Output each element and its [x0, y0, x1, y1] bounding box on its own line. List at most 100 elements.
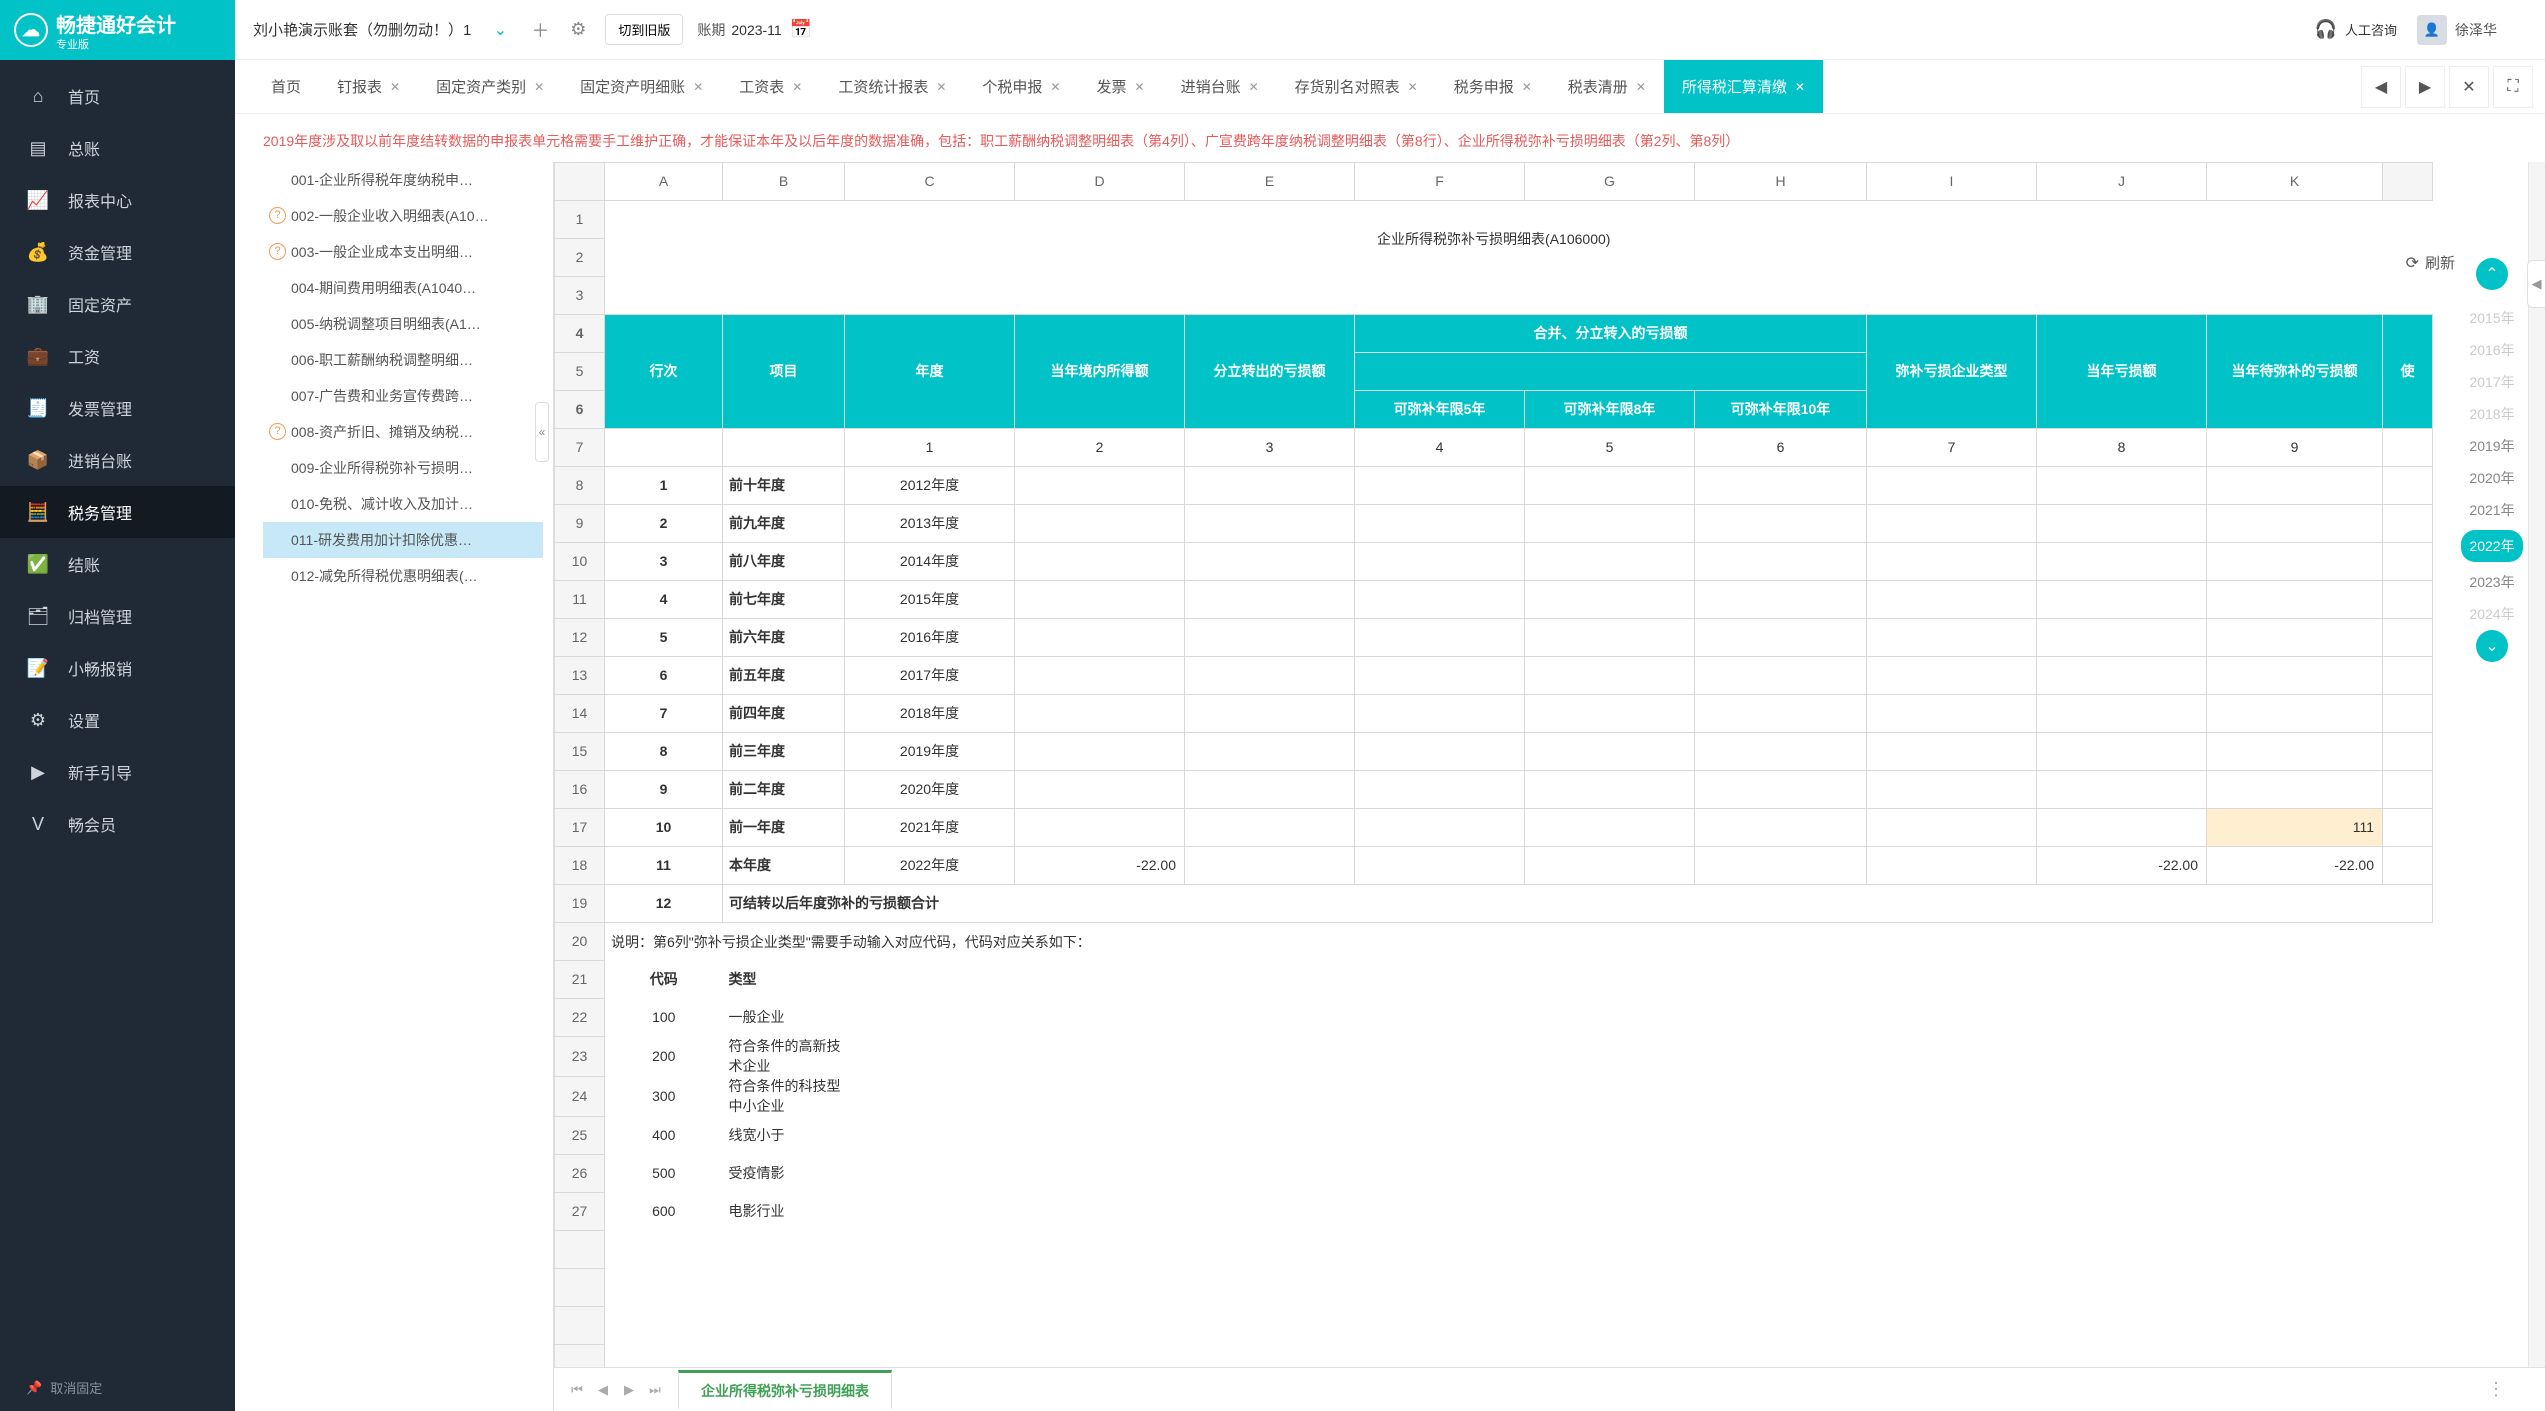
tree-item-012[interactable]: 012-减免所得税优惠明细表(… — [263, 558, 543, 594]
scrollbar-vertical[interactable] — [2528, 162, 2545, 1367]
col-header[interactable]: I — [1867, 162, 2037, 200]
col-header[interactable]: G — [1525, 162, 1695, 200]
add-icon[interactable]: ＋ — [525, 15, 555, 45]
sheet-last[interactable]: ⏭ — [642, 1377, 668, 1403]
tree-item-010[interactable]: 010-免税、减计收入及加计… — [263, 486, 543, 522]
tab-next[interactable]: ▶ — [2405, 66, 2445, 108]
col-header[interactable]: D — [1015, 162, 1185, 200]
year-2023年[interactable]: 2023年 — [2455, 566, 2529, 598]
table-row[interactable]: 169前二年度2020年度 — [555, 770, 2433, 808]
gear-icon[interactable]: ⚙ — [563, 15, 593, 45]
tree-item-004[interactable]: 004-期间费用明细表(A1040… — [263, 270, 543, 306]
sidebar-item-report[interactable]: 📝小畅报销 — [0, 642, 235, 694]
col-header[interactable]: C — [845, 162, 1015, 200]
close-icon[interactable]: ✕ — [390, 80, 400, 94]
collapse-handle[interactable]: « — [535, 402, 549, 462]
tab-个税申报[interactable]: 个税申报✕ — [964, 60, 1078, 113]
fullscreen-icon[interactable]: ⛶ — [2493, 66, 2533, 108]
tree-item-003[interactable]: 003-一般企业成本支出明细… — [263, 234, 543, 270]
sidebar-item-invoice[interactable]: 🧾发票管理 — [0, 382, 235, 434]
year-down-icon[interactable]: ⌄ — [2476, 630, 2508, 662]
sidebar-item-close[interactable]: ✅结账 — [0, 538, 235, 590]
sidebar-item-vip[interactable]: V畅会员 — [0, 798, 235, 850]
sidebar-item-gear[interactable]: ⚙设置 — [0, 694, 235, 746]
tree-item-011[interactable]: 011-研发费用加计扣除优惠… — [263, 522, 543, 558]
table-row[interactable]: 147前四年度2018年度 — [555, 694, 2433, 732]
table-row[interactable]: 103前八年度2014年度 — [555, 542, 2433, 580]
table-row[interactable]: 81前十年度2012年度 — [555, 466, 2433, 504]
headset-icon[interactable]: 🎧 — [2311, 15, 2341, 45]
close-icon[interactable]: ✕ — [936, 80, 946, 94]
col-header[interactable]: B — [723, 162, 845, 200]
close-icon[interactable]: ✕ — [1050, 80, 1060, 94]
company-dropdown[interactable]: ⌄ — [485, 15, 515, 45]
close-icon[interactable]: ✕ — [1135, 80, 1145, 94]
switch-old-btn[interactable]: 切到旧版 — [605, 14, 683, 45]
close-icon[interactable]: ✕ — [1636, 80, 1646, 94]
tab-prev[interactable]: ◀ — [2361, 66, 2401, 108]
tab-进销台账[interactable]: 进销台账✕ — [1163, 60, 1277, 113]
sidebar-item-stock[interactable]: 📦进销台账 — [0, 434, 235, 486]
period-value[interactable]: 2023-11 — [731, 22, 781, 38]
sheet-tab[interactable]: 企业所得税弥补亏损明细表 — [678, 1370, 892, 1409]
tab-首页[interactable]: 首页 — [253, 60, 319, 113]
tree-item-005[interactable]: 005-纳税调整项目明细表(A1… — [263, 306, 543, 342]
tree-item-008[interactable]: 008-资产折旧、摊销及纳税… — [263, 414, 543, 450]
col-header[interactable]: K — [2207, 162, 2383, 200]
tree-item-009[interactable]: 009-企业所得税弥补亏损明… — [263, 450, 543, 486]
tab-工资表[interactable]: 工资表✕ — [721, 60, 820, 113]
close-icon[interactable]: ✕ — [1408, 80, 1418, 94]
sheet-more-icon[interactable]: ⋮ — [2487, 1379, 2535, 1400]
consult-label[interactable]: 人工咨询 — [2345, 20, 2397, 39]
close-icon[interactable]: ✕ — [534, 80, 544, 94]
sidebar-item-asset[interactable]: 🏢固定资产 — [0, 278, 235, 330]
tree-item-002[interactable]: 002-一般企业收入明细表(A10… — [263, 198, 543, 234]
close-icon[interactable]: ✕ — [1249, 80, 1259, 94]
close-icon[interactable]: ✕ — [1522, 80, 1532, 94]
sheet-prev[interactable]: ◀ — [590, 1377, 616, 1403]
close-icon[interactable]: ✕ — [693, 80, 703, 94]
tab-close-all[interactable]: ✕ — [2449, 66, 2489, 108]
year-2020年[interactable]: 2020年 — [2455, 462, 2529, 494]
close-icon[interactable]: ✕ — [792, 80, 802, 94]
tree-item-007[interactable]: 007-广告费和业务宣传费跨… — [263, 378, 543, 414]
close-icon[interactable]: ✕ — [1795, 80, 1805, 94]
sidebar-item-tax[interactable]: 🧮税务管理 — [0, 486, 235, 538]
tab-所得税汇算清缴[interactable]: 所得税汇算清缴✕ — [1664, 60, 1823, 113]
tab-工资统计报表[interactable]: 工资统计报表✕ — [820, 60, 964, 113]
sidebar-item-archive[interactable]: 🗂归档管理 — [0, 590, 235, 642]
sidebar-item-home[interactable]: ⌂首页 — [0, 70, 235, 122]
table-row[interactable]: 92前九年度2013年度 — [555, 504, 2433, 542]
avatar-icon[interactable]: 👤 — [2417, 15, 2447, 45]
col-header[interactable]: A — [605, 162, 723, 200]
table-row[interactable]: 158前三年度2019年度 — [555, 732, 2433, 770]
sidebar-item-ledger[interactable]: ▤总账 — [0, 122, 235, 174]
sheet-next[interactable]: ▶ — [616, 1377, 642, 1403]
year-up-icon[interactable]: ⌃ — [2476, 258, 2508, 290]
col-header[interactable]: E — [1185, 162, 1355, 200]
table-row[interactable]: 125前六年度2016年度 — [555, 618, 2433, 656]
tab-发票[interactable]: 发票✕ — [1078, 60, 1162, 113]
table-row[interactable]: 114前七年度2015年度 — [555, 580, 2433, 618]
sidebar-item-salary[interactable]: 💼工资 — [0, 330, 235, 382]
tab-存货别名对照表[interactable]: 存货别名对照表✕ — [1277, 60, 1436, 113]
calendar-icon[interactable]: 📅 — [786, 15, 816, 45]
tab-税表清册[interactable]: 税表清册✕ — [1550, 60, 1664, 113]
table-row[interactable]: 1811本年度2022年度-22.00-22.00-22.00 — [555, 846, 2433, 884]
tab-钉报表[interactable]: 钉报表✕ — [319, 60, 418, 113]
spreadsheet[interactable]: ABCDEFGHIJK1企业所得税弥补亏损明细表(A106000)234行次项目… — [554, 162, 2433, 1367]
year-2019年[interactable]: 2019年 — [2455, 430, 2529, 462]
tab-固定资产明细账[interactable]: 固定资产明细账✕ — [562, 60, 721, 113]
user-name[interactable]: 徐泽华 — [2455, 20, 2497, 40]
company-name[interactable]: 刘小艳演示账套（勿删勿动！）1 — [253, 19, 471, 40]
sidebar-item-guide[interactable]: ▶新手引导 — [0, 746, 235, 798]
table-row[interactable]: 136前五年度2017年度 — [555, 656, 2433, 694]
sidebar-item-fund[interactable]: 💰资金管理 — [0, 226, 235, 278]
year-2022年[interactable]: 2022年 — [2461, 530, 2523, 562]
col-header[interactable]: J — [2037, 162, 2207, 200]
table-row[interactable]: 1710前一年度2021年度111 — [555, 808, 2433, 846]
sheet-first[interactable]: ⏮ — [564, 1377, 590, 1403]
tab-固定资产类别[interactable]: 固定资产类别✕ — [418, 60, 562, 113]
drawer-handle[interactable]: ◀ — [2527, 260, 2545, 308]
year-2021年[interactable]: 2021年 — [2455, 494, 2529, 526]
